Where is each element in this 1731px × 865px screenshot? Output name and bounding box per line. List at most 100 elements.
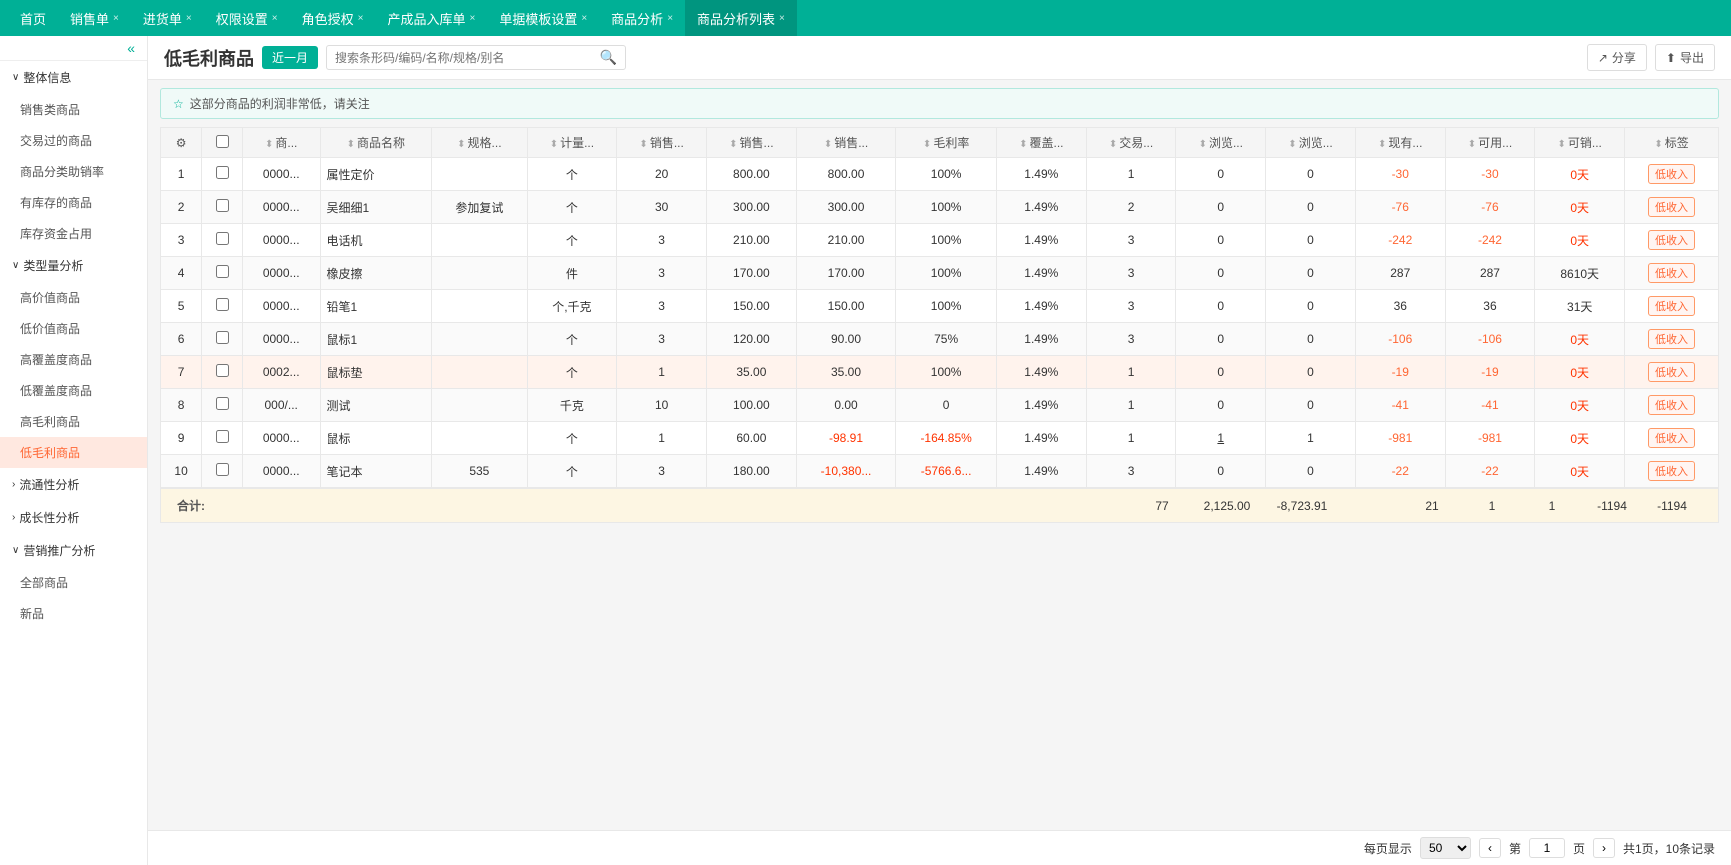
cell-checkbox[interactable] <box>202 455 243 488</box>
row-checkbox[interactable] <box>216 397 229 410</box>
sidebar-item-销售类商品[interactable]: 销售类商品 <box>0 94 147 125</box>
col-header-settings[interactable]: ⚙ <box>161 128 202 158</box>
nav-item-首页[interactable]: 首页 <box>8 0 58 36</box>
close-tab-icon[interactable]: × <box>358 13 364 24</box>
sidebar-item-高毛利商品[interactable]: 高毛利商品 <box>0 406 147 437</box>
nav-item-单据模板设置[interactable]: 单据模板设置× <box>487 0 599 36</box>
cell-browse1[interactable]: 0 <box>1176 356 1266 389</box>
col-header-available[interactable]: ⬍可用... <box>1445 128 1535 158</box>
sidebar-group-流通性分析[interactable]: ›流通性分析 <box>0 468 147 501</box>
col-header-name[interactable]: ⬍商品名称 <box>320 128 432 158</box>
nav-item-商品分析列表[interactable]: 商品分析列表× <box>685 0 797 36</box>
cell-tag: 低收入 <box>1625 389 1719 422</box>
close-tab-icon[interactable]: × <box>581 13 587 24</box>
nav-item-销售单[interactable]: 销售单× <box>58 0 131 36</box>
sidebar-group-类型量分析[interactable]: ∨类型量分析 <box>0 249 147 282</box>
col-header-gross_margin[interactable]: ⬍毛利率 <box>896 128 997 158</box>
sidebar-item-商品分类助销率[interactable]: 商品分类助销率 <box>0 156 147 187</box>
search-input[interactable] <box>335 51 600 65</box>
cell-current: -76 <box>1355 191 1445 224</box>
sidebar-item-有库存的商品[interactable]: 有库存的商品 <box>0 187 147 218</box>
nav-item-产成品入库单[interactable]: 产成品入库单× <box>375 0 487 36</box>
col-header-code[interactable]: ⬍商... <box>242 128 320 158</box>
cell-browse1[interactable]: 0 <box>1176 389 1266 422</box>
cell-checkbox[interactable] <box>202 389 243 422</box>
cell-checkbox[interactable] <box>202 323 243 356</box>
sidebar-item-低覆盖度商品[interactable]: 低覆盖度商品 <box>0 375 147 406</box>
cell-browse1[interactable]: 0 <box>1176 191 1266 224</box>
nav-item-角色授权[interactable]: 角色授权× <box>290 0 376 36</box>
cell-browse1[interactable]: 0 <box>1176 455 1266 488</box>
sidebar-item-高价值商品[interactable]: 高价值商品 <box>0 282 147 313</box>
col-header-browse1[interactable]: ⬍浏览... <box>1176 128 1266 158</box>
col-header-tag[interactable]: ⬍标签 <box>1625 128 1719 158</box>
cell-browse1[interactable]: 0 <box>1176 323 1266 356</box>
nav-item-权限设置[interactable]: 权限设置× <box>204 0 290 36</box>
col-header-browse2[interactable]: ⬍浏览... <box>1266 128 1356 158</box>
sidebar-group-营销推广分析[interactable]: ∨营销推广分析 <box>0 534 147 567</box>
cell-browse1[interactable]: 0 <box>1176 224 1266 257</box>
cell-browse1[interactable]: 0 <box>1176 257 1266 290</box>
col-header-current[interactable]: ⬍现有... <box>1355 128 1445 158</box>
row-checkbox[interactable] <box>216 463 229 476</box>
close-tab-icon[interactable]: × <box>113 13 119 24</box>
sidebar-item-低价值商品[interactable]: 低价值商品 <box>0 313 147 344</box>
row-checkbox[interactable] <box>216 430 229 443</box>
cell-unit: 千克 <box>527 389 617 422</box>
col-header-trade_count[interactable]: ⬍交易... <box>1086 128 1176 158</box>
sidebar-group-成长性分析[interactable]: ›成长性分析 <box>0 501 147 534</box>
close-tab-icon[interactable]: × <box>469 13 475 24</box>
row-checkbox[interactable] <box>216 265 229 278</box>
cell-checkbox[interactable] <box>202 356 243 389</box>
page-number-input[interactable] <box>1529 838 1565 858</box>
cell-coverage: 1.49% <box>996 422 1086 455</box>
nav-item-进货单[interactable]: 进货单× <box>131 0 204 36</box>
date-filter-button[interactable]: 近一月 <box>262 46 318 69</box>
browse-link[interactable]: 1 <box>1217 431 1224 445</box>
col-header-checkbox[interactable] <box>202 128 243 158</box>
col-header-sales_qty[interactable]: ⬍销售... <box>617 128 707 158</box>
col-header-saleable[interactable]: ⬍可销... <box>1535 128 1625 158</box>
sidebar-item-全部商品[interactable]: 全部商品 <box>0 567 147 598</box>
col-header-sales_amount[interactable]: ⬍销售... <box>707 128 797 158</box>
col-header-unit[interactable]: ⬍计量... <box>527 128 617 158</box>
export-button[interactable]: ⬆ 导出 <box>1655 44 1715 71</box>
nav-item-商品分析[interactable]: 商品分析× <box>599 0 685 36</box>
cell-checkbox[interactable] <box>202 257 243 290</box>
cell-checkbox[interactable] <box>202 290 243 323</box>
sidebar-item-交易过的商品[interactable]: 交易过的商品 <box>0 125 147 156</box>
sidebar-item-低毛利商品[interactable]: 低毛利商品 <box>0 437 147 468</box>
cell-checkbox[interactable] <box>202 191 243 224</box>
prev-page-button[interactable]: ‹ <box>1479 838 1501 858</box>
row-checkbox[interactable] <box>216 199 229 212</box>
row-checkbox[interactable] <box>216 298 229 311</box>
row-checkbox[interactable] <box>216 166 229 179</box>
sidebar-item-库存资金占用[interactable]: 库存资金占用 <box>0 218 147 249</box>
collapse-button[interactable]: « <box>123 40 139 56</box>
row-checkbox[interactable] <box>216 331 229 344</box>
close-tab-icon[interactable]: × <box>272 13 278 24</box>
sidebar-group-整体信息[interactable]: ∨整体信息 <box>0 61 147 94</box>
cell-code: 000/... <box>242 389 320 422</box>
cell-browse1[interactable]: 1 <box>1176 422 1266 455</box>
col-header-sales_profit[interactable]: ⬍销售... <box>796 128 896 158</box>
page-size-select[interactable]: 50 100 <box>1420 837 1471 859</box>
cell-checkbox[interactable] <box>202 158 243 191</box>
row-checkbox[interactable] <box>216 364 229 377</box>
settings-icon[interactable]: ⚙ <box>176 136 187 150</box>
col-header-spec[interactable]: ⬍规格... <box>432 128 527 158</box>
col-header-coverage[interactable]: ⬍覆盖... <box>996 128 1086 158</box>
cell-checkbox[interactable] <box>202 224 243 257</box>
cell-browse1[interactable]: 0 <box>1176 290 1266 323</box>
share-button[interactable]: ↗ 分享 <box>1587 44 1647 71</box>
cell-browse1[interactable]: 0 <box>1176 158 1266 191</box>
cell-checkbox[interactable] <box>202 422 243 455</box>
close-tab-icon[interactable]: × <box>186 13 192 24</box>
sidebar-item-高覆盖度商品[interactable]: 高覆盖度商品 <box>0 344 147 375</box>
select-all-checkbox[interactable] <box>216 135 229 148</box>
close-tab-icon[interactable]: × <box>779 13 785 24</box>
sidebar-item-新品[interactable]: 新品 <box>0 598 147 629</box>
close-tab-icon[interactable]: × <box>667 13 673 24</box>
row-checkbox[interactable] <box>216 232 229 245</box>
next-page-button[interactable]: › <box>1593 838 1615 858</box>
